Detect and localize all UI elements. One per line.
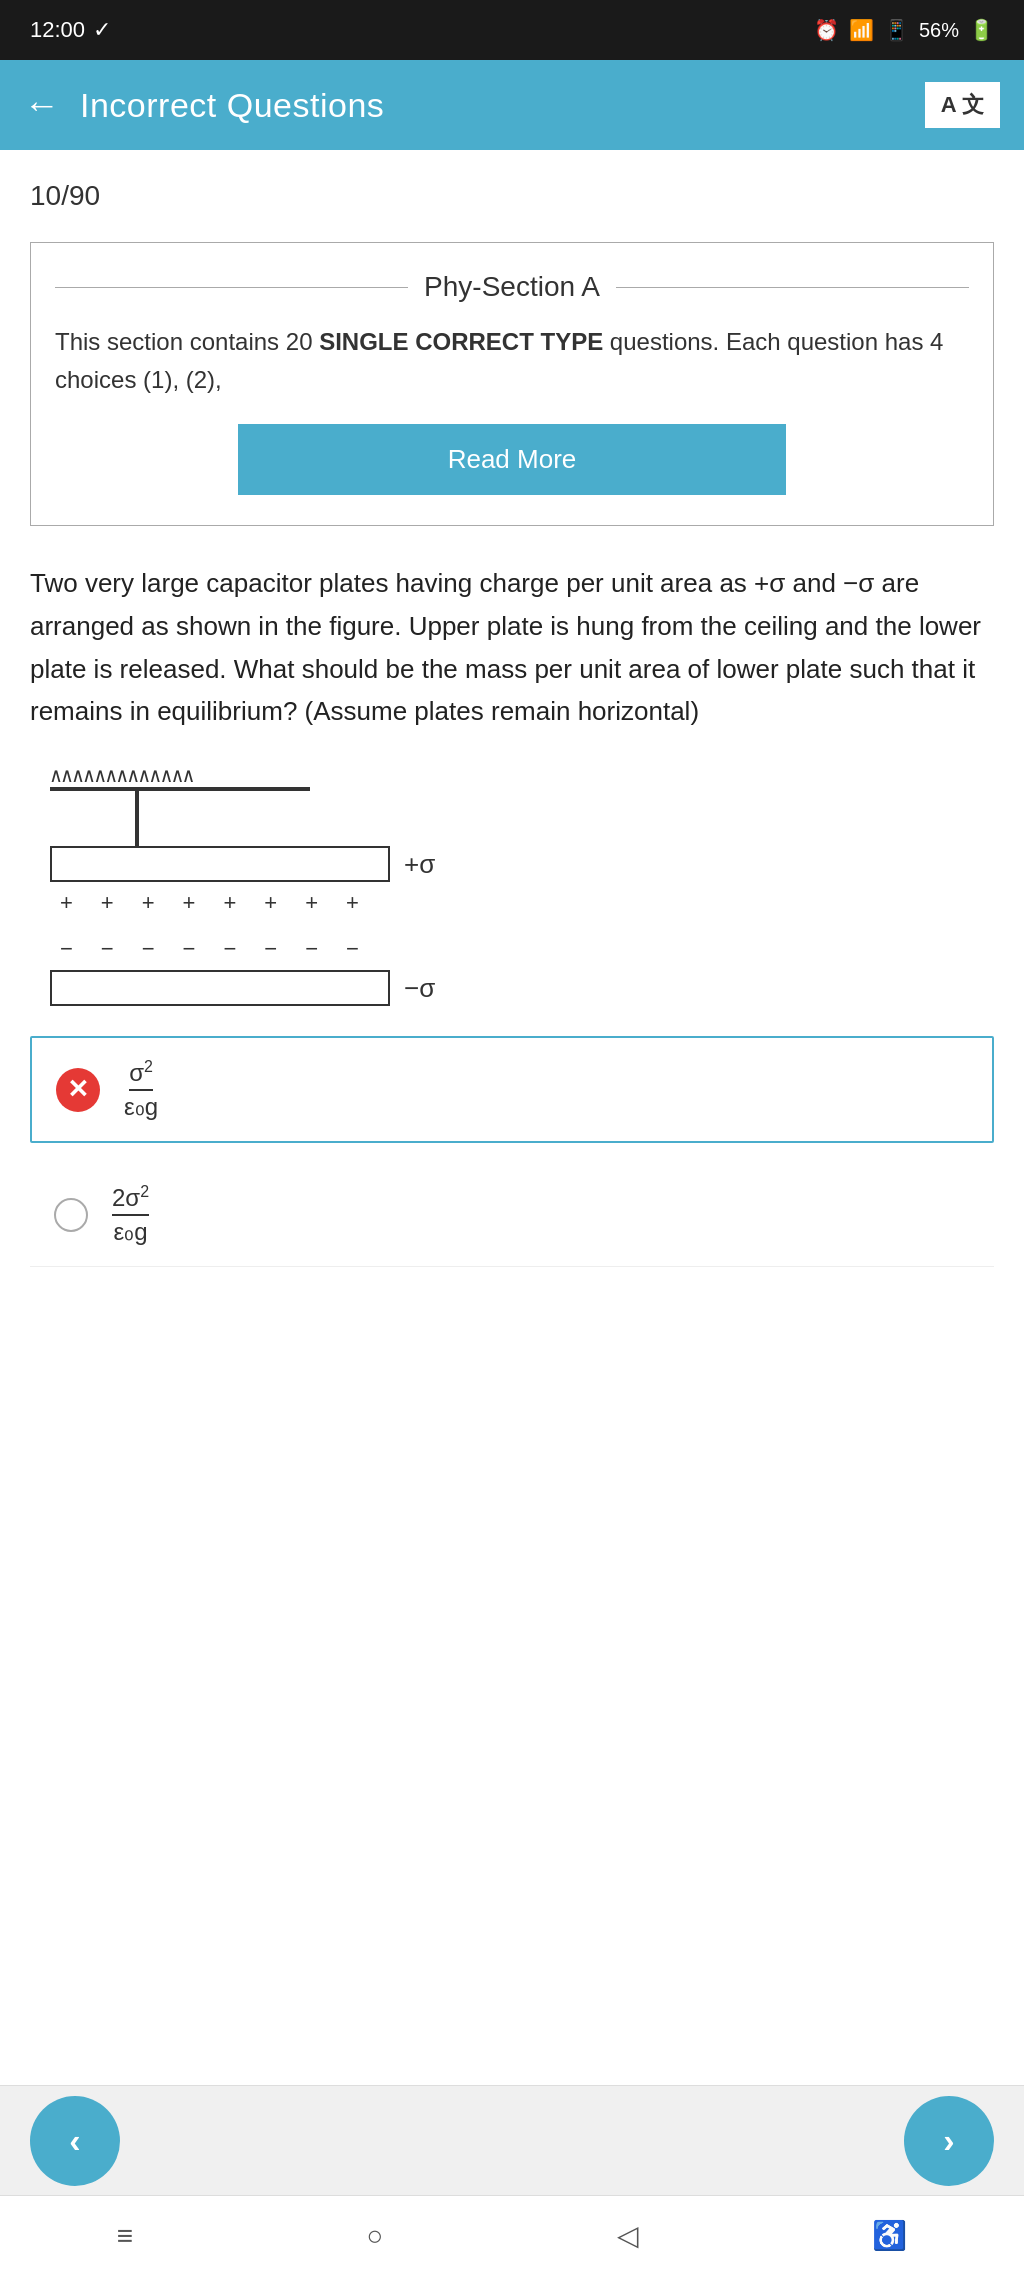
question-counter: 10/90 <box>30 180 994 212</box>
battery-text: 56% <box>919 19 959 42</box>
answer-option-1[interactable]: ✕ σ2 ε₀g <box>30 1036 994 1143</box>
upper-plate-label: +σ <box>404 849 435 880</box>
answer-option-2[interactable]: 2σ2 ε₀g <box>30 1163 994 1267</box>
status-icons: ⏰ 📶 📱 56% 🔋 <box>814 18 994 42</box>
home-button[interactable]: ○ <box>346 2210 403 2262</box>
translate-button[interactable]: A 文 <box>925 82 1000 128</box>
lower-plate-wrapper: −σ <box>50 970 435 1006</box>
main-content: 10/90 Phy-Section A This section contain… <box>0 150 1024 2085</box>
next-button[interactable]: › <box>904 2096 994 2186</box>
alarm-clock-icon: ⏰ <box>814 18 839 42</box>
time-text: 12:00 <box>30 17 85 43</box>
section-box: Phy-Section A This section contains 20 S… <box>30 242 994 526</box>
prev-button[interactable]: ‹ <box>30 2096 120 2186</box>
status-time: 12:00 ✓ <box>30 17 111 43</box>
wrong-icon: ✕ <box>56 1068 100 1112</box>
wifi-icon: 📶 <box>849 18 874 42</box>
lower-plate <box>50 970 390 1006</box>
section-description: This section contains 20 SINGLE CORRECT … <box>55 323 969 400</box>
physics-diagram: ∧∧∧∧∧∧∧∧∧∧∧∧∧ +σ + + + + + + + + − − − −… <box>30 763 994 1006</box>
lower-plate-label: −σ <box>404 973 435 1004</box>
title-line-right <box>616 287 969 288</box>
ceiling-hatch-marks: ∧∧∧∧∧∧∧∧∧∧∧∧∧ <box>50 763 194 787</box>
question-text: Two very large capacitor plates having c… <box>30 562 994 734</box>
plus-charge-row: + + + + + + + + <box>60 890 359 916</box>
signal-icon: 📱 <box>884 18 909 42</box>
numerator-1: σ2 <box>129 1058 153 1091</box>
denominator-2: ε₀g <box>114 1216 148 1246</box>
page-title: Incorrect Questions <box>80 86 384 125</box>
ceiling-base <box>50 787 310 791</box>
upper-plate-wrapper: +σ <box>50 846 435 882</box>
radio-button-2[interactable] <box>54 1198 88 1232</box>
fraction-2: 2σ2 ε₀g <box>112 1183 149 1246</box>
read-more-button[interactable]: Read More <box>238 424 786 495</box>
back-nav-button[interactable]: ◁ <box>597 2209 659 2262</box>
alarm-icon: ✓ <box>93 17 111 43</box>
fraction-1: σ2 ε₀g <box>124 1058 158 1121</box>
app-bar: ← Incorrect Questions A 文 <box>0 60 1024 150</box>
title-line-left <box>55 287 408 288</box>
section-title-wrapper: Phy-Section A <box>55 271 969 303</box>
minus-charge-row: − − − − − − − − <box>60 936 359 962</box>
back-button[interactable]: ← <box>24 84 60 126</box>
section-title: Phy-Section A <box>408 271 616 303</box>
battery-icon: 🔋 <box>969 18 994 42</box>
status-bar: 12:00 ✓ ⏰ 📶 📱 56% 🔋 <box>0 0 1024 60</box>
accessibility-button[interactable]: ♿ <box>852 2209 927 2262</box>
menu-button[interactable]: ≡ <box>97 2210 153 2262</box>
answer-text-1: σ2 ε₀g <box>120 1058 162 1121</box>
wrong-symbol: ✕ <box>67 1074 89 1105</box>
app-bar-left: ← Incorrect Questions <box>24 84 384 126</box>
upper-plate <box>50 846 390 882</box>
rod <box>135 791 139 846</box>
nav-bar: ‹ › <box>0 2085 1024 2195</box>
denominator-1: ε₀g <box>124 1091 158 1121</box>
answer-text-2: 2σ2 ε₀g <box>108 1183 153 1246</box>
system-nav: ≡ ○ ◁ ♿ <box>0 2195 1024 2275</box>
numerator-2: 2σ2 <box>112 1183 149 1216</box>
